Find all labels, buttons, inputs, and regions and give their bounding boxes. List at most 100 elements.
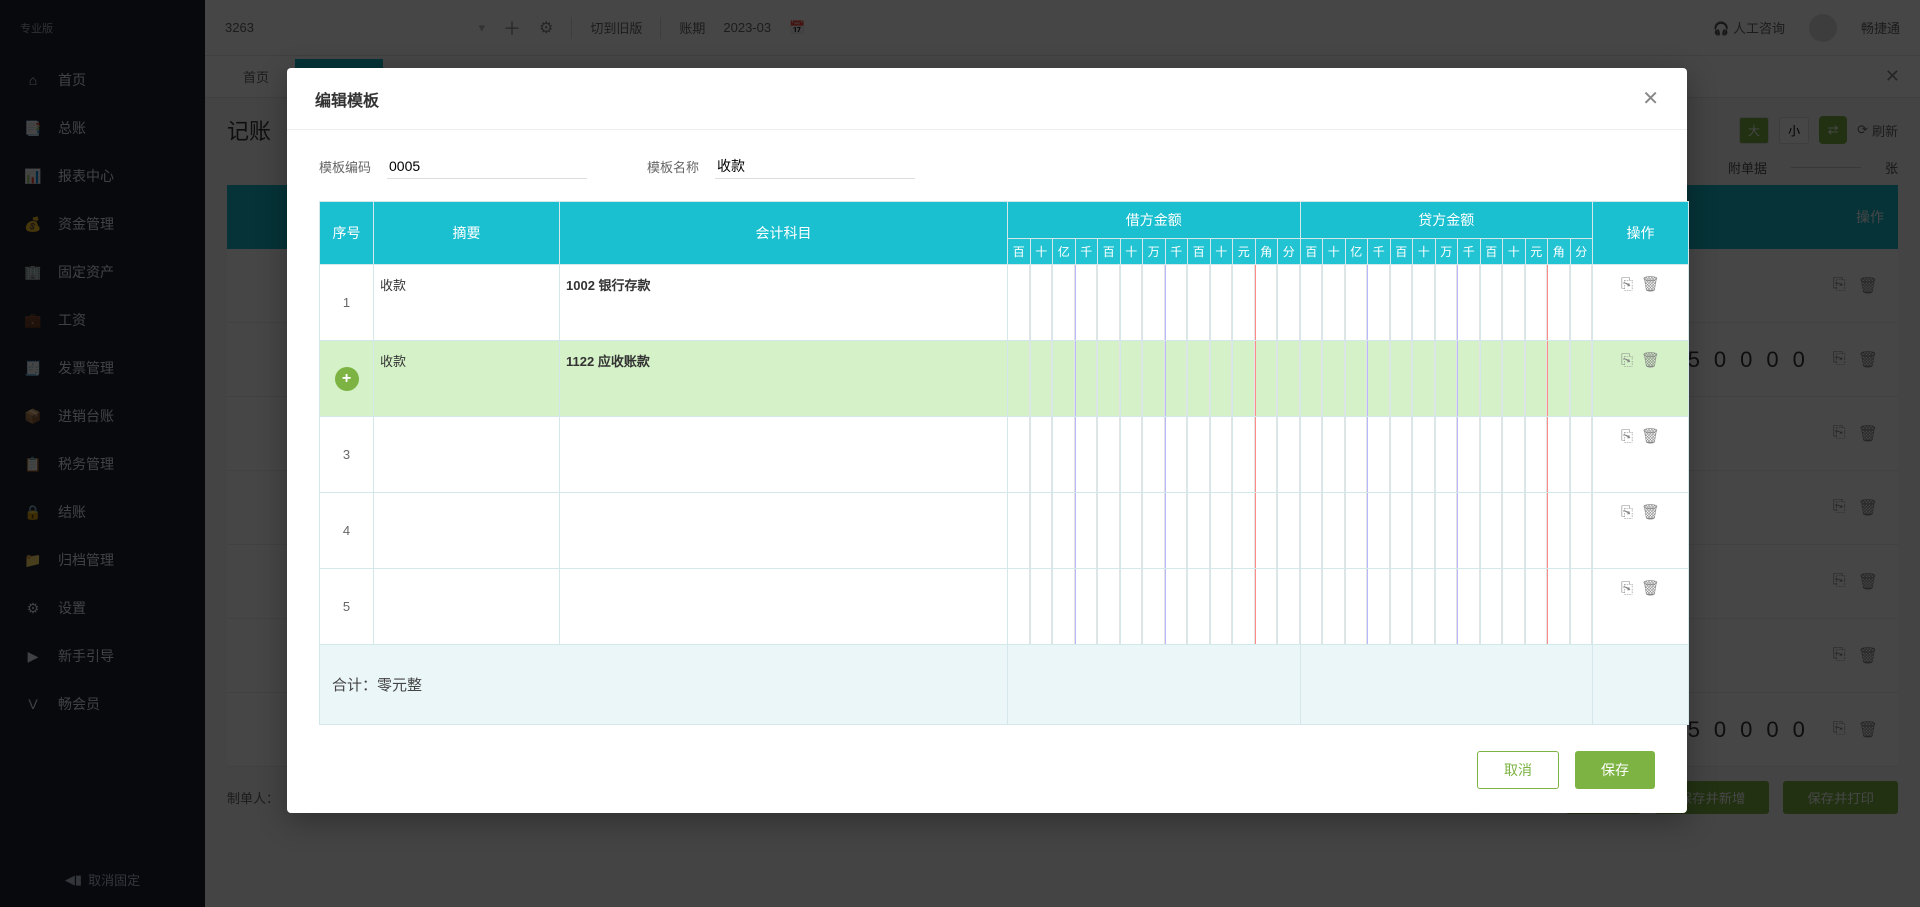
digit-cell[interactable] [1188,417,1211,493]
digit-cell[interactable] [1525,493,1548,569]
digit-cell[interactable] [1300,569,1323,645]
digit-cell[interactable] [1435,265,1458,341]
digit-cell[interactable] [1120,265,1143,341]
digit-cell[interactable] [1345,493,1368,569]
digit-cell[interactable] [1233,493,1256,569]
table-row[interactable]: 3⎘🗑 [320,417,1689,493]
copy-icon[interactable]: ⎘ [1621,428,1633,445]
digit-cell[interactable] [1008,265,1031,341]
digit-cell[interactable] [1480,265,1503,341]
digit-cell[interactable] [1098,493,1121,569]
digit-cell[interactable] [1390,493,1413,569]
digit-cell[interactable] [1278,417,1301,493]
digit-cell[interactable] [1435,341,1458,417]
digit-cell[interactable] [1458,265,1481,341]
digit-cell[interactable] [1458,417,1481,493]
digit-cell[interactable] [1345,341,1368,417]
digit-cell[interactable] [1098,265,1121,341]
digit-cell[interactable] [1075,493,1098,569]
account-cell[interactable] [560,569,1008,645]
digit-cell[interactable] [1278,341,1301,417]
digit-cell[interactable] [1120,341,1143,417]
digit-cell[interactable] [1323,493,1346,569]
digit-cell[interactable] [1008,569,1031,645]
digit-cell[interactable] [1525,417,1548,493]
digit-cell[interactable] [1278,569,1301,645]
digit-cell[interactable] [1570,569,1593,645]
digit-cell[interactable] [1210,569,1233,645]
digit-cell[interactable] [1300,265,1323,341]
digit-cell[interactable] [1188,265,1211,341]
digit-cell[interactable] [1413,493,1436,569]
digit-cell[interactable] [1368,493,1391,569]
digit-cell[interactable] [1368,569,1391,645]
digit-cell[interactable] [1210,341,1233,417]
digit-cell[interactable] [1075,265,1098,341]
template-code-input[interactable] [387,154,587,179]
digit-cell[interactable] [1525,569,1548,645]
digit-cell[interactable] [1233,417,1256,493]
digit-cell[interactable] [1413,569,1436,645]
digit-cell[interactable] [1300,417,1323,493]
template-name-input[interactable] [715,154,915,179]
digit-cell[interactable] [1323,569,1346,645]
digit-cell[interactable] [1053,417,1076,493]
digit-cell[interactable] [1548,265,1571,341]
digit-cell[interactable] [1390,265,1413,341]
digit-cell[interactable] [1435,417,1458,493]
digit-cell[interactable] [1435,493,1458,569]
digit-cell[interactable] [1480,417,1503,493]
digit-cell[interactable] [1300,493,1323,569]
copy-icon[interactable]: ⎘ [1621,504,1633,521]
digit-cell[interactable] [1255,569,1278,645]
digit-cell[interactable] [1075,341,1098,417]
digit-cell[interactable] [1435,569,1458,645]
digit-cell[interactable] [1458,569,1481,645]
digit-cell[interactable] [1210,417,1233,493]
digit-cell[interactable] [1188,493,1211,569]
digit-cell[interactable] [1368,265,1391,341]
digit-cell[interactable] [1053,265,1076,341]
abstract-cell[interactable]: 收款 [374,265,560,341]
digit-cell[interactable] [1548,493,1571,569]
digit-cell[interactable] [1098,341,1121,417]
copy-icon[interactable]: ⎘ [1621,352,1633,369]
digit-cell[interactable] [1143,417,1166,493]
table-row[interactable]: 1收款1002 银行存款⎘🗑 [320,265,1689,341]
account-cell[interactable] [560,493,1008,569]
digit-cell[interactable] [1233,341,1256,417]
digit-cell[interactable] [1503,341,1526,417]
digit-cell[interactable] [1053,569,1076,645]
digit-cell[interactable] [1480,493,1503,569]
digit-cell[interactable] [1120,417,1143,493]
digit-cell[interactable] [1030,493,1053,569]
digit-cell[interactable] [1503,265,1526,341]
digit-cell[interactable] [1503,569,1526,645]
abstract-cell[interactable]: 收款 [374,341,560,417]
digit-cell[interactable] [1570,493,1593,569]
digit-cell[interactable] [1503,493,1526,569]
digit-cell[interactable] [1210,493,1233,569]
digit-cell[interactable] [1008,341,1031,417]
delete-icon[interactable]: 🗑 [1641,351,1660,369]
digit-cell[interactable] [1165,341,1188,417]
digit-cell[interactable] [1255,265,1278,341]
digit-cell[interactable] [1188,341,1211,417]
digit-cell[interactable] [1413,341,1436,417]
delete-icon[interactable]: 🗑 [1641,503,1660,521]
digit-cell[interactable] [1278,265,1301,341]
digit-cell[interactable] [1255,417,1278,493]
digit-cell[interactable] [1480,569,1503,645]
digit-cell[interactable] [1233,265,1256,341]
digit-cell[interactable] [1300,341,1323,417]
digit-cell[interactable] [1548,417,1571,493]
digit-cell[interactable] [1278,493,1301,569]
digit-cell[interactable] [1120,569,1143,645]
account-cell[interactable]: 1002 银行存款 [560,265,1008,341]
copy-icon[interactable]: ⎘ [1621,276,1633,293]
cancel-button[interactable]: 取消 [1477,751,1559,789]
digit-cell[interactable] [1030,341,1053,417]
digit-cell[interactable] [1030,417,1053,493]
digit-cell[interactable] [1390,417,1413,493]
digit-cell[interactable] [1210,265,1233,341]
